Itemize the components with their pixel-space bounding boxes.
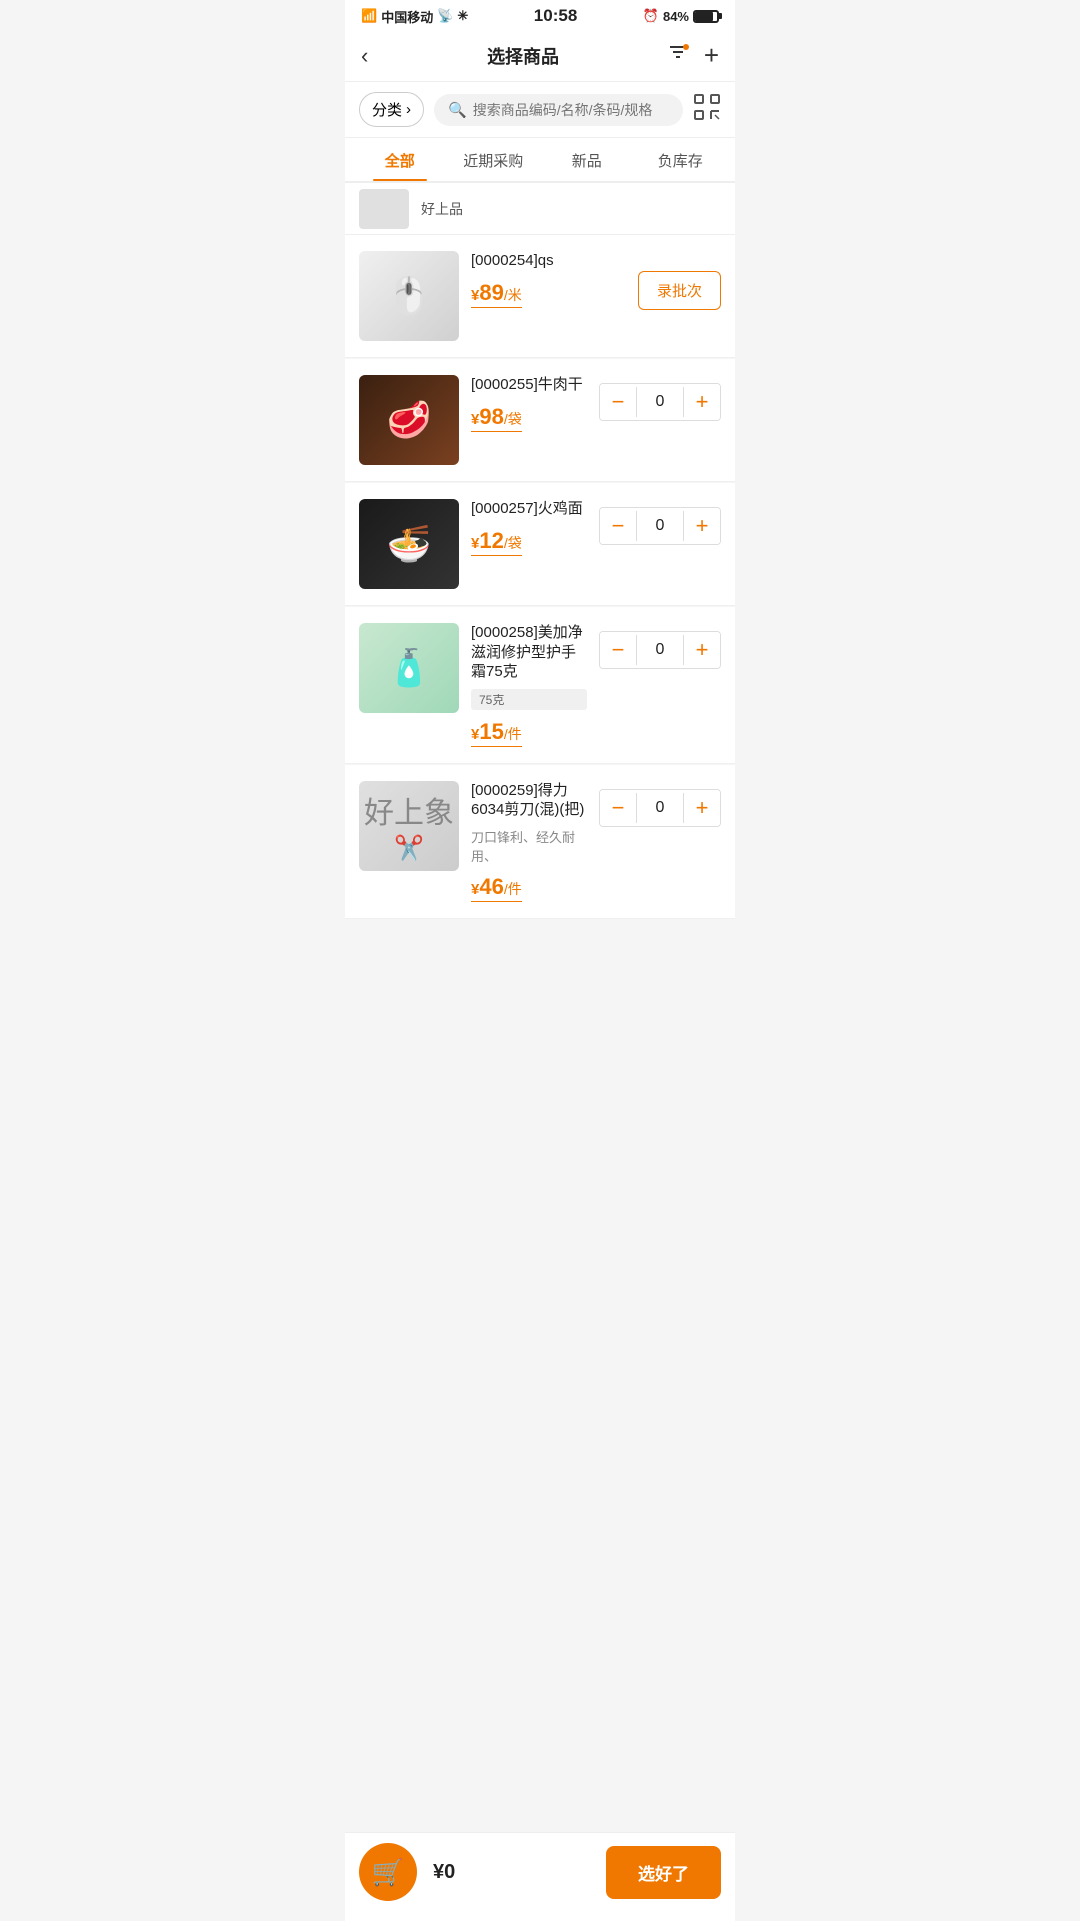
qty-value-2: 0: [636, 511, 684, 541]
alarm-icon: ⏰: [643, 8, 659, 24]
search-input[interactable]: [473, 102, 669, 118]
qty-minus-1[interactable]: −: [600, 384, 636, 420]
qty-value-4: 0: [636, 793, 684, 823]
status-right: ⏰ 84%: [643, 8, 719, 24]
bottom-bar: 🛒 ¥0 选好了: [345, 1832, 735, 1921]
quantity-control-4: − 0 +: [599, 789, 721, 827]
page-title: 选择商品: [380, 43, 665, 69]
scan-icon[interactable]: [693, 93, 721, 127]
product-info-1: [0000255]牛肉干 ¥98/袋: [471, 375, 587, 432]
wifi-icon: 📡: [437, 8, 453, 24]
product-info-2: [0000257]火鸡面 ¥12/袋: [471, 499, 587, 556]
battery-icon: [693, 10, 719, 23]
product-image-1: 🥩: [359, 375, 459, 465]
product-price-2: ¥12/袋: [471, 528, 522, 556]
batch-button-0[interactable]: 录批次: [638, 271, 721, 310]
qty-plus-3[interactable]: +: [684, 632, 720, 668]
product-actions-4: − 0 +: [599, 781, 721, 827]
battery-percent: 84%: [663, 9, 689, 24]
product-name-3: [0000258]美加净滋润修护型护手霜75克: [471, 623, 587, 682]
status-left: 📶 中国移动 📡 ✳: [361, 7, 468, 26]
product-info-0: [0000254]qs ¥89/米: [471, 251, 599, 308]
tab-negative[interactable]: 负库存: [636, 138, 726, 181]
product-spec-3: 75克: [471, 689, 587, 710]
product-info-4: [0000259]得力6034剪刀(混)(把) 刀口锋利、经久耐用、 ¥46/件: [471, 781, 587, 902]
cart-total: ¥0: [433, 1861, 590, 1884]
list-item: 好上象 ✂️ [0000259]得力6034剪刀(混)(把) 刀口锋利、经久耐用…: [345, 765, 735, 919]
bottom-spacer: [345, 920, 735, 1010]
signal-icon: 📶: [361, 8, 377, 24]
list-item: 🍜 [0000257]火鸡面 ¥12/袋 − 0 +: [345, 483, 735, 606]
qty-plus-1[interactable]: +: [684, 384, 720, 420]
product-image-0: 🖱️: [359, 251, 459, 341]
partial-item-image: [359, 189, 409, 229]
product-image-2: 🍜: [359, 499, 459, 589]
tab-all[interactable]: 全部: [355, 138, 445, 181]
product-desc-4: 刀口锋利、经久耐用、: [471, 827, 587, 865]
product-actions-2: − 0 +: [599, 499, 721, 545]
cart-icon: 🛒: [372, 1857, 404, 1888]
product-list: 🖱️ [0000254]qs ¥89/米 录批次 🥩 [0000255]牛肉干 …: [345, 235, 735, 1010]
status-time: 10:58: [534, 6, 577, 26]
partial-item-name: 好上品: [421, 199, 463, 219]
quantity-control-2: − 0 +: [599, 507, 721, 545]
partial-item: 好上品: [345, 183, 735, 235]
list-item: 🖱️ [0000254]qs ¥89/米 录批次: [345, 235, 735, 358]
product-actions-3: − 0 +: [599, 623, 721, 669]
tab-new[interactable]: 新品: [542, 138, 632, 181]
product-name-4: [0000259]得力6034剪刀(混)(把): [471, 781, 587, 820]
qty-plus-4[interactable]: +: [684, 790, 720, 826]
status-bar: 📶 中国移动 📡 ✳ 10:58 ⏰ 84%: [345, 0, 735, 30]
product-image-4: 好上象 ✂️: [359, 781, 459, 871]
qty-minus-4[interactable]: −: [600, 790, 636, 826]
tabs: 全部 近期采购 新品 负库存: [345, 138, 735, 183]
tab-recent[interactable]: 近期采购: [449, 138, 539, 181]
product-actions-0: 录批次: [611, 251, 721, 310]
product-price-4: ¥46/件: [471, 874, 522, 902]
search-icon: 🔍: [448, 101, 467, 119]
back-button[interactable]: ‹: [361, 43, 380, 69]
header: ‹ 选择商品 +: [345, 30, 735, 82]
product-price-0: ¥89/米: [471, 280, 522, 308]
carrier-label: 中国移动: [381, 7, 433, 26]
filter-icon[interactable]: [666, 41, 690, 71]
product-actions-1: − 0 +: [599, 375, 721, 421]
search-area: 分类 › 🔍: [345, 82, 735, 138]
category-button[interactable]: 分类 ›: [359, 92, 424, 127]
product-price-1: ¥98/袋: [471, 404, 522, 432]
product-image-3: 🧴: [359, 623, 459, 713]
product-name-2: [0000257]火鸡面: [471, 499, 587, 519]
battery-fill: [695, 12, 713, 21]
list-item: 🧴 [0000258]美加净滋润修护型护手霜75克 75克 ¥15/件 − 0 …: [345, 607, 735, 764]
header-actions: +: [666, 40, 719, 71]
qty-plus-2[interactable]: +: [684, 508, 720, 544]
category-label: 分类: [372, 99, 402, 120]
search-input-wrap: 🔍: [434, 94, 683, 126]
product-info-3: [0000258]美加净滋润修护型护手霜75克 75克 ¥15/件: [471, 623, 587, 747]
confirm-button[interactable]: 选好了: [606, 1846, 721, 1899]
quantity-control-3: − 0 +: [599, 631, 721, 669]
product-name-0: [0000254]qs: [471, 251, 599, 271]
qty-value-3: 0: [636, 635, 684, 665]
cart-button[interactable]: 🛒: [359, 1843, 417, 1901]
product-name-1: [0000255]牛肉干: [471, 375, 587, 395]
qty-minus-2[interactable]: −: [600, 508, 636, 544]
add-icon[interactable]: +: [704, 40, 719, 71]
category-chevron: ›: [406, 101, 411, 118]
refresh-icon: ✳: [457, 8, 468, 24]
list-item: 🥩 [0000255]牛肉干 ¥98/袋 − 0 +: [345, 359, 735, 482]
product-price-3: ¥15/件: [471, 719, 522, 747]
qty-minus-3[interactable]: −: [600, 632, 636, 668]
quantity-control-1: − 0 +: [599, 383, 721, 421]
qty-value-1: 0: [636, 387, 684, 417]
